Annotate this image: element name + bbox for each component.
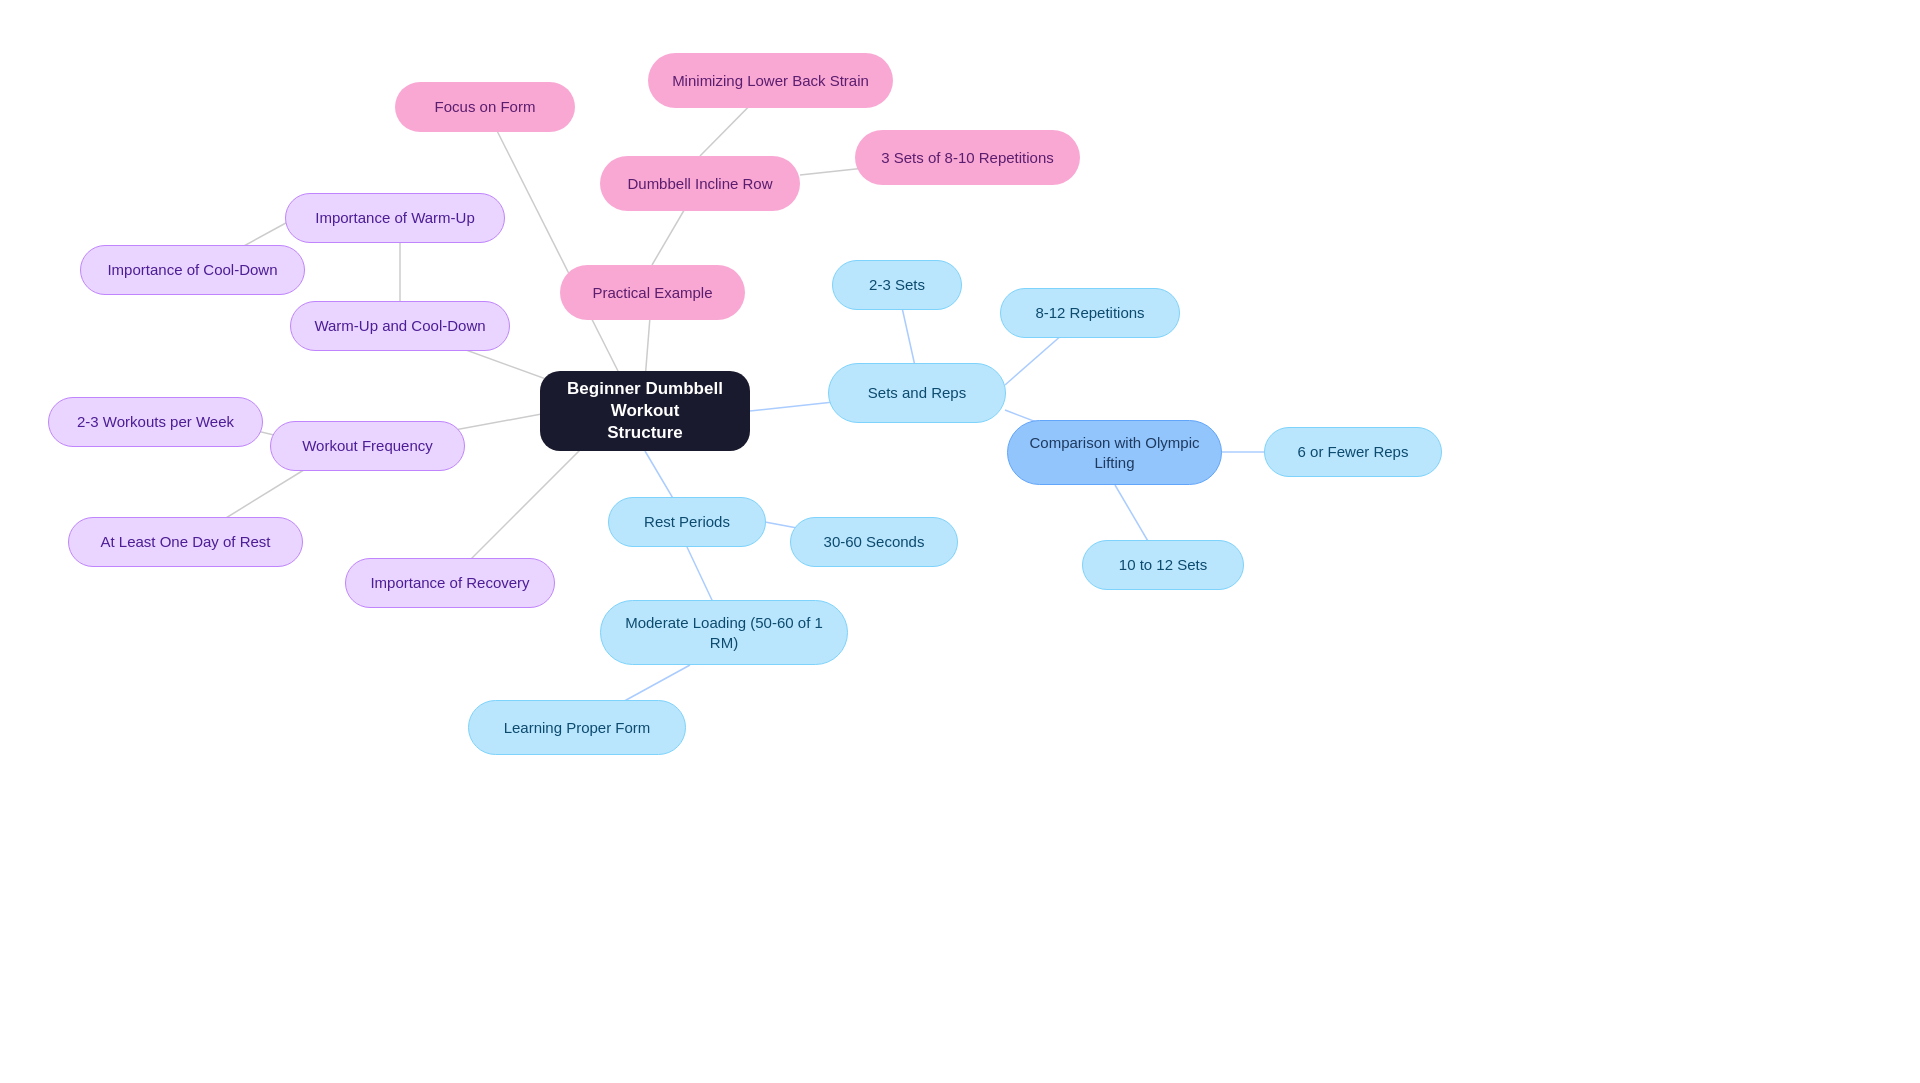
importance-warm-up-node[interactable]: Importance of Warm-Up [285,193,505,243]
two-three-sets-label: 2-3 Sets [869,275,925,295]
minimizing-back-strain-label: Minimizing Lower Back Strain [672,71,869,91]
sets-and-reps-label: Sets and Reps [868,383,966,403]
sets-and-reps-node[interactable]: Sets and Reps [828,363,1006,423]
importance-warm-up-label: Importance of Warm-Up [315,208,475,228]
ten-twelve-sets-node[interactable]: 10 to 12 Sets [1082,540,1244,590]
thirty-sixty-sec-node[interactable]: 30-60 Seconds [790,517,958,567]
importance-cool-down-node[interactable]: Importance of Cool-Down [80,245,305,295]
learning-proper-form-node[interactable]: Learning Proper Form [468,700,686,755]
focus-on-form-label: Focus on Form [435,97,536,117]
moderate-loading-label: Moderate Loading (50-60 of 1 RM) [625,613,823,652]
at-least-one-rest-label: At Least One Day of Rest [100,532,270,552]
thirty-sixty-sec-label: 30-60 Seconds [824,532,925,552]
warm-up-cool-down-label: Warm-Up and Cool-Down [314,316,485,336]
rest-periods-node[interactable]: Rest Periods [608,497,766,547]
focus-on-form-node[interactable]: Focus on Form [395,82,575,132]
moderate-loading-node[interactable]: Moderate Loading (50-60 of 1 RM) [600,600,848,665]
six-fewer-reps-label: 6 or Fewer Reps [1298,442,1409,462]
practical-example-label: Practical Example [592,283,712,303]
dumbbell-incline-row-label: Dumbbell Incline Row [627,174,772,194]
at-least-one-rest-node[interactable]: At Least One Day of Rest [68,517,303,567]
comparison-olympic-node[interactable]: Comparison with Olympic Lifting [1007,420,1222,485]
importance-recovery-node[interactable]: Importance of Recovery [345,558,555,608]
workout-frequency-node[interactable]: Workout Frequency [270,421,465,471]
two-three-sets-node[interactable]: 2-3 Sets [832,260,962,310]
minimizing-back-strain-node[interactable]: Minimizing Lower Back Strain [648,53,893,108]
workout-frequency-label: Workout Frequency [302,436,433,456]
warm-up-cool-down-node[interactable]: Warm-Up and Cool-Down [290,301,510,351]
learning-proper-form-label: Learning Proper Form [504,718,651,738]
rest-periods-label: Rest Periods [644,512,730,532]
sets-8-10-node[interactable]: 3 Sets of 8-10 Repetitions [855,130,1080,185]
dumbbell-incline-row-node[interactable]: Dumbbell Incline Row [600,156,800,211]
eight-twelve-reps-node[interactable]: 8-12 Repetitions [1000,288,1180,338]
center-label: Beginner Dumbbell Workout Structure [560,378,730,444]
workouts-per-week-node[interactable]: 2-3 Workouts per Week [48,397,263,447]
ten-twelve-sets-label: 10 to 12 Sets [1119,555,1207,575]
comparison-olympic-label: Comparison with Olympic Lifting [1029,433,1199,472]
eight-twelve-reps-label: 8-12 Repetitions [1035,303,1144,323]
importance-recovery-label: Importance of Recovery [370,573,529,593]
importance-cool-down-label: Importance of Cool-Down [107,260,277,280]
center-node[interactable]: Beginner Dumbbell Workout Structure [540,371,750,451]
workouts-per-week-label: 2-3 Workouts per Week [77,412,234,432]
six-fewer-reps-node[interactable]: 6 or Fewer Reps [1264,427,1442,477]
sets-8-10-label: 3 Sets of 8-10 Repetitions [881,148,1054,168]
practical-example-node[interactable]: Practical Example [560,265,745,320]
